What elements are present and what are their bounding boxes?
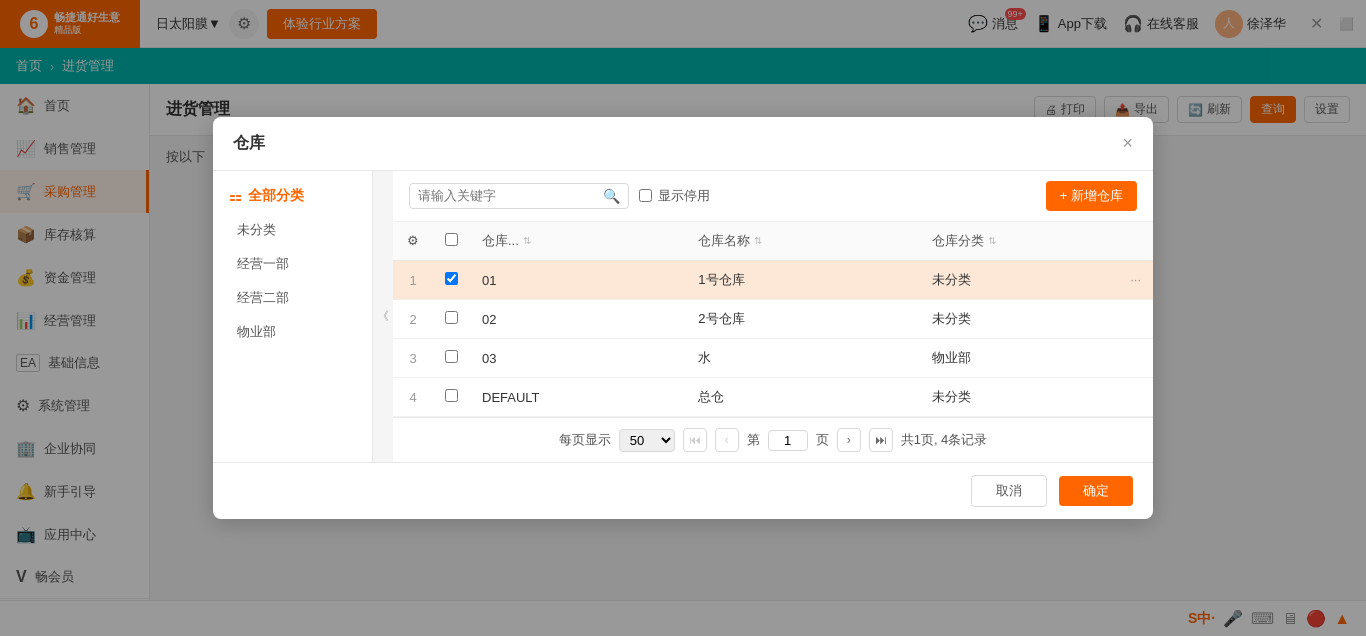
col-checkbox	[433, 222, 470, 261]
categories-title: 全部分类	[248, 187, 304, 205]
row-category: 未分类	[920, 378, 1153, 417]
search-box: 🔍	[409, 183, 629, 209]
row-checkbox[interactable]	[445, 350, 458, 363]
row-code: DEFAULT	[470, 378, 686, 417]
row-code: 01	[470, 260, 686, 300]
col-name: 仓库名称 ⇅	[686, 222, 919, 261]
select-all-checkbox[interactable]	[445, 233, 458, 246]
per-page-label: 每页显示	[559, 431, 611, 449]
category-label-2: 经营二部	[237, 290, 289, 305]
total-info: 共1页, 4条记录	[901, 431, 988, 449]
modal-title: 仓库	[233, 133, 265, 154]
row-checkbox[interactable]	[445, 389, 458, 402]
show-disabled-checkbox-label[interactable]: 显示停用	[639, 187, 710, 205]
row-category: 未分类	[920, 300, 1153, 339]
first-page-button[interactable]: ⏮	[683, 428, 707, 452]
modal-overlay: 仓库 × ⚏ 全部分类 未分类 经营一部 经营二部	[0, 0, 1366, 636]
row-category: 未分类 ···	[920, 261, 1153, 300]
table-row[interactable]: 3 03 水 物业部	[393, 339, 1153, 378]
next-page-button[interactable]: ›	[837, 428, 861, 452]
modal-category-sidebar: ⚏ 全部分类 未分类 经营一部 经营二部 物业部	[213, 171, 373, 463]
category-item-ops2[interactable]: 经营二部	[213, 281, 372, 315]
row-name: 水	[686, 339, 919, 378]
pagination: 每页显示 50 10 20 100 ⏮ ‹ 第 页 › ⏭ 共1页, 4条记录	[393, 417, 1153, 462]
row-name: 2号仓库	[686, 300, 919, 339]
cancel-button[interactable]: 取消	[971, 475, 1047, 507]
col-category-sort-icon[interactable]: ⇅	[988, 235, 996, 246]
col-code-sort-icon[interactable]: ⇅	[523, 235, 531, 246]
per-page-select[interactable]: 50 10 20 100	[619, 429, 675, 452]
row-checkbox[interactable]	[445, 311, 458, 324]
table-row[interactable]: 2 02 2号仓库 未分类	[393, 300, 1153, 339]
col-settings-icon[interactable]: ⚙	[407, 233, 419, 248]
page-input[interactable]	[768, 430, 808, 451]
col-settings: ⚙	[393, 222, 433, 261]
row-code: 03	[470, 339, 686, 378]
row-code: 02	[470, 300, 686, 339]
modal-footer: 取消 确定	[213, 462, 1153, 519]
warehouse-modal: 仓库 × ⚏ 全部分类 未分类 经营一部 经营二部	[213, 117, 1153, 520]
category-item-property[interactable]: 物业部	[213, 315, 372, 349]
row-more-button[interactable]: ···	[1130, 272, 1141, 287]
row-checkbox-cell	[433, 300, 470, 339]
row-checkbox[interactable]	[445, 272, 458, 285]
category-item-ops1[interactable]: 经营一部	[213, 247, 372, 281]
col-name-sort-icon[interactable]: ⇅	[754, 235, 762, 246]
category-item-unclassified[interactable]: 未分类	[213, 213, 372, 247]
show-disabled-checkbox[interactable]	[639, 189, 652, 202]
last-page-button[interactable]: ⏭	[869, 428, 893, 452]
col-name-label: 仓库名称	[698, 232, 750, 250]
categories-grid-icon: ⚏	[229, 188, 242, 204]
prev-page-button[interactable]: ‹	[715, 428, 739, 452]
row-index: 3	[393, 339, 433, 378]
modal-main-content: 🔍 显示停用 + 新增仓库 ⚙	[393, 171, 1153, 463]
search-input[interactable]	[418, 188, 603, 203]
row-category: 物业部	[920, 339, 1153, 378]
modal-close-button[interactable]: ×	[1122, 134, 1133, 152]
confirm-button[interactable]: 确定	[1059, 476, 1133, 506]
page-suffix: 页	[816, 431, 829, 449]
table-row[interactable]: 4 DEFAULT 总仓 未分类	[393, 378, 1153, 417]
warehouse-table: ⚙ 仓库... ⇅	[393, 222, 1153, 418]
row-checkbox-cell	[433, 339, 470, 378]
add-warehouse-button[interactable]: + 新增仓库	[1046, 181, 1137, 211]
row-index: 2	[393, 300, 433, 339]
category-label-0: 未分类	[237, 222, 276, 237]
category-label-1: 经营一部	[237, 256, 289, 271]
col-code: 仓库... ⇅	[470, 222, 686, 261]
search-icon: 🔍	[603, 188, 620, 204]
sidebar-collapse-button[interactable]: 《	[373, 171, 393, 463]
collapse-icon: 《	[377, 308, 389, 325]
all-categories-item[interactable]: ⚏ 全部分类	[213, 179, 372, 213]
col-category-label: 仓库分类	[932, 232, 984, 250]
row-checkbox-cell	[433, 260, 470, 300]
col-category: 仓库分类 ⇅	[920, 222, 1153, 261]
modal-toolbar: 🔍 显示停用 + 新增仓库	[393, 171, 1153, 222]
row-index: 4	[393, 378, 433, 417]
row-name: 1号仓库	[686, 260, 919, 300]
show-disabled-label: 显示停用	[658, 187, 710, 205]
modal-header: 仓库 ×	[213, 117, 1153, 171]
category-label-3: 物业部	[237, 324, 276, 339]
col-code-label: 仓库...	[482, 232, 519, 250]
row-index: 1	[393, 260, 433, 300]
row-checkbox-cell	[433, 378, 470, 417]
table-row[interactable]: 1 01 1号仓库 未分类 ···	[393, 260, 1153, 300]
row-name: 总仓	[686, 378, 919, 417]
modal-body: ⚏ 全部分类 未分类 经营一部 经营二部 物业部 《	[213, 171, 1153, 463]
page-label: 第	[747, 431, 760, 449]
